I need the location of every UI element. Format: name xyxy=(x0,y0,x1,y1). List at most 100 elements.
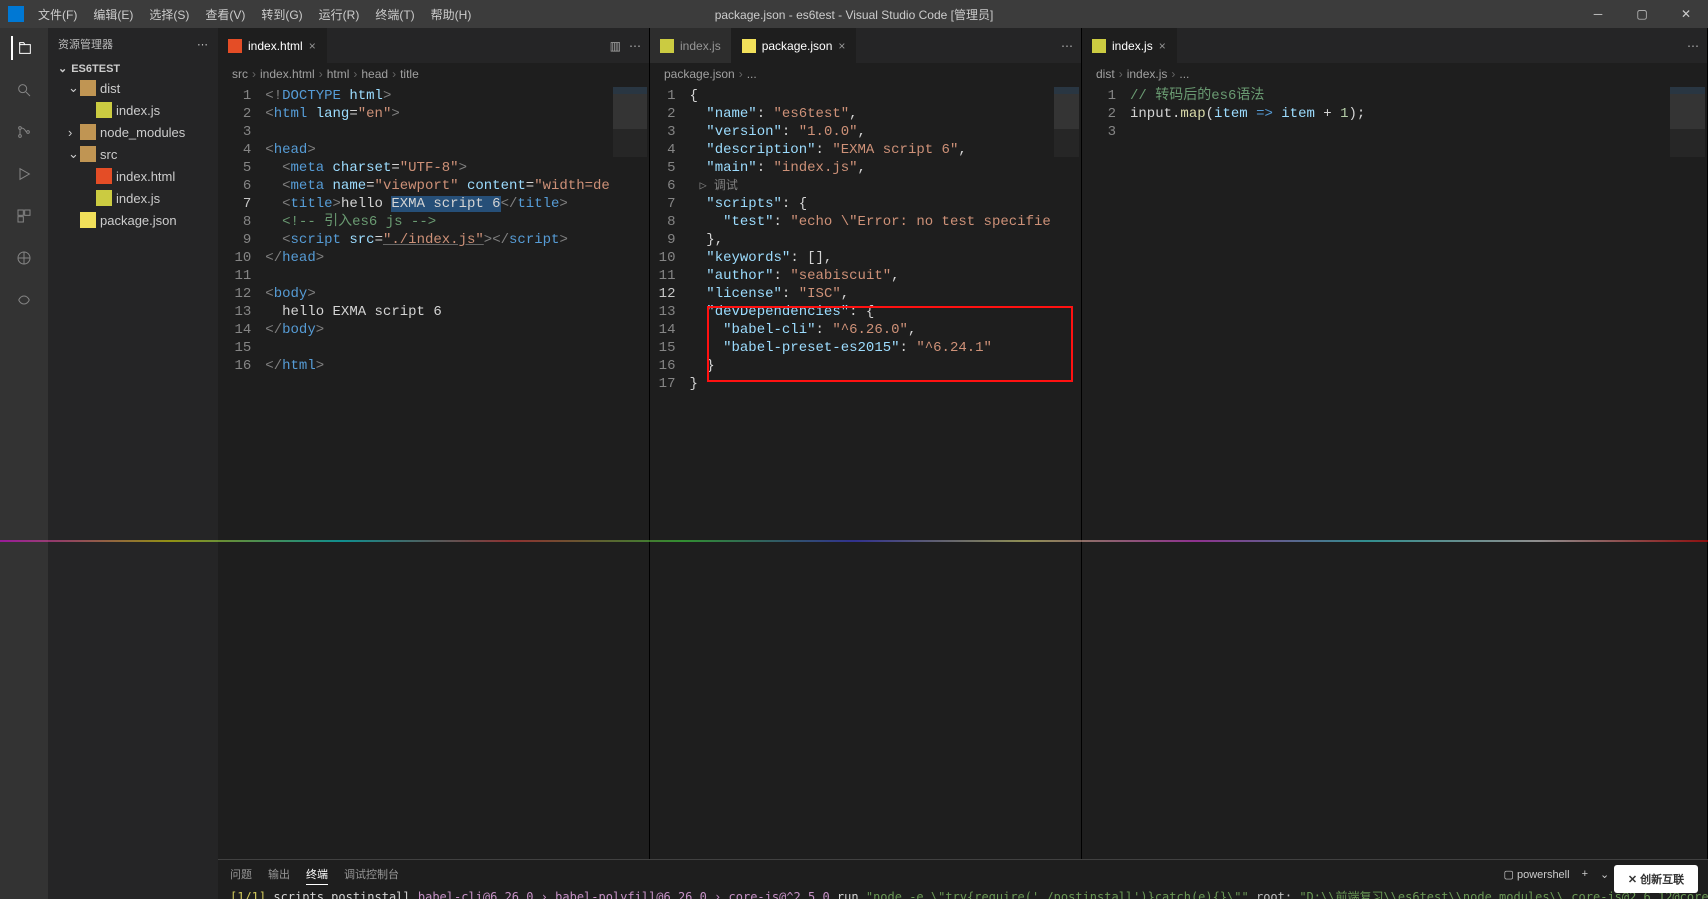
remote-icon[interactable] xyxy=(12,246,36,270)
terminal-content[interactable]: [1/1] scripts.postinstall babel-cli@6.26… xyxy=(218,888,1708,899)
tree-label: node_modules xyxy=(100,125,185,140)
tree-label: index.js xyxy=(116,103,160,118)
breadcrumb-item[interactable]: src xyxy=(232,67,248,81)
decorative-separator xyxy=(0,540,1708,542)
terminal-dropdown-icon[interactable]: ⌄ xyxy=(1600,868,1609,881)
code-content[interactable]: <!DOCTYPE html><html lang="en"> <head> <… xyxy=(265,85,610,859)
js-icon xyxy=(96,190,112,206)
menu-item[interactable]: 终端(T) xyxy=(369,4,420,25)
minimize-button[interactable]: ─ xyxy=(1576,0,1620,28)
tab-action-icon[interactable]: ⋯ xyxy=(629,39,641,53)
breadcrumb-item[interactable]: head xyxy=(361,67,388,81)
panel-tab[interactable]: 输出 xyxy=(268,864,290,884)
tab-close-icon[interactable]: × xyxy=(1159,39,1166,53)
breadcrumb-item[interactable]: ... xyxy=(1179,67,1189,81)
tree-file[interactable]: package.json xyxy=(48,209,218,231)
json-icon xyxy=(742,39,756,53)
editor-tab[interactable]: package.json× xyxy=(732,28,857,63)
breadcrumb[interactable]: dist›index.js›... xyxy=(1082,63,1707,85)
js-icon xyxy=(96,102,112,118)
sidebar-more-icon[interactable]: ⋯ xyxy=(197,38,208,51)
run-debug-icon[interactable] xyxy=(12,162,36,186)
menu-item[interactable]: 编辑(E) xyxy=(87,4,139,25)
editor-tab[interactable]: index.html × xyxy=(218,28,327,63)
js-icon xyxy=(1092,39,1106,53)
breadcrumb-item[interactable]: title xyxy=(400,67,419,81)
new-terminal-icon[interactable]: + xyxy=(1582,868,1588,880)
line-gutter: 123 xyxy=(1082,85,1130,859)
menu-item[interactable]: 查看(V) xyxy=(199,4,251,25)
breadcrumb-item[interactable]: index.html xyxy=(260,67,315,81)
minimap[interactable] xyxy=(1051,85,1081,859)
close-button[interactable]: ✕ xyxy=(1664,0,1708,28)
window-controls: ─ ▢ ✕ xyxy=(1576,0,1708,28)
project-root[interactable]: ⌄ ES6TEST xyxy=(48,60,218,77)
tree-label: index.html xyxy=(116,169,175,184)
tab-close-icon[interactable]: × xyxy=(309,39,316,53)
extensions-icon[interactable] xyxy=(12,204,36,228)
menu-item[interactable]: 文件(F) xyxy=(32,4,83,25)
tab-action-icon[interactable]: ⋯ xyxy=(1687,39,1699,53)
panel-tab[interactable]: 终端 xyxy=(306,864,328,885)
chevron-down-icon: ⌄ xyxy=(58,62,67,75)
sidebar-title: 资源管理器 xyxy=(58,36,113,52)
watermark-logo: ✕ 创新互联 xyxy=(1614,865,1698,893)
menu-item[interactable]: 运行(R) xyxy=(313,4,366,25)
tab-label: index.html xyxy=(248,39,303,53)
tree-file[interactable]: index.html xyxy=(48,165,218,187)
breadcrumb[interactable]: package.json›... xyxy=(650,63,1081,85)
js-icon xyxy=(660,39,674,53)
maximize-button[interactable]: ▢ xyxy=(1620,0,1664,28)
breadcrumb-item[interactable]: package.json xyxy=(664,67,735,81)
minimap[interactable] xyxy=(610,85,649,859)
menu-item[interactable]: 选择(S) xyxy=(143,4,195,25)
editor-body[interactable]: 12345678910111213141516<!DOCTYPE html><h… xyxy=(218,85,649,859)
breadcrumb-separator-icon: › xyxy=(1171,67,1175,81)
breadcrumb-separator-icon: › xyxy=(252,67,256,81)
html-icon xyxy=(96,168,112,184)
breadcrumb-separator-icon: › xyxy=(319,67,323,81)
json-icon xyxy=(80,212,96,228)
search-icon[interactable] xyxy=(12,78,36,102)
menu-item[interactable]: 转到(G) xyxy=(255,4,308,25)
tree-folder[interactable]: ⌄ dist xyxy=(48,77,218,99)
breadcrumb-item[interactable]: index.js xyxy=(1127,67,1168,81)
editor-tab[interactable]: index.js× xyxy=(1082,28,1177,63)
breadcrumb-item[interactable]: dist xyxy=(1096,67,1115,81)
editor-group: index.jspackage.json×⋯package.json›...12… xyxy=(650,28,1082,859)
minimap[interactable] xyxy=(1667,85,1707,859)
folder-icon xyxy=(80,124,96,140)
breadcrumb[interactable]: src›index.html›html›head›title xyxy=(218,63,649,85)
panel-tab[interactable]: 调试控制台 xyxy=(344,864,399,884)
editor-tab[interactable]: index.js xyxy=(650,28,732,63)
editor-tabs: index.js× ⋯ xyxy=(1082,28,1707,63)
chevron-icon: ⌄ xyxy=(68,80,80,96)
panel-tabs: 问题输出终端调试控制台 ▢ powershell + ⌄ ▥ 🗑 ^ ✕ xyxy=(218,860,1708,888)
explorer-icon[interactable] xyxy=(11,36,35,60)
panel-tab[interactable]: 问题 xyxy=(230,864,252,884)
editor-body[interactable]: 1234567891011121314151617{ "name": "es6t… xyxy=(650,85,1081,859)
menu-item[interactable]: 帮助(H) xyxy=(425,4,478,25)
breadcrumb-item[interactable]: html xyxy=(327,67,350,81)
editor-tabs: index.html×▥⋯ xyxy=(218,28,649,63)
debug-hint[interactable]: ▷ 调试 xyxy=(689,177,1050,195)
tab-close-icon[interactable]: × xyxy=(838,39,845,53)
tab-action-icon[interactable]: ▥ xyxy=(610,39,621,53)
breadcrumb-item[interactable]: ... xyxy=(747,67,757,81)
terminal-shell-selector[interactable]: ▢ powershell xyxy=(1504,868,1570,881)
tree-file[interactable]: index.js xyxy=(48,187,218,209)
editor-body[interactable]: 123// 转码后的es6语法input.map(item => item + … xyxy=(1082,85,1707,859)
tab-action-icon[interactable]: ⋯ xyxy=(1061,39,1073,53)
line-gutter: 12345678910111213141516 xyxy=(218,85,265,859)
code-content[interactable]: // 转码后的es6语法input.map(item => item + 1); xyxy=(1130,85,1667,859)
tree-label: dist xyxy=(100,81,120,96)
bottom-panel: 问题输出终端调试控制台 ▢ powershell + ⌄ ▥ 🗑 ^ ✕ [1/… xyxy=(218,859,1708,899)
tree-file[interactable]: index.js xyxy=(48,99,218,121)
tree-folder[interactable]: ›node_modules xyxy=(48,121,218,143)
chevron-icon: ⌄ xyxy=(68,146,80,162)
tab-actions: ▥⋯ xyxy=(602,39,649,53)
tree-folder[interactable]: ⌄src xyxy=(48,143,218,165)
source-control-icon[interactable] xyxy=(12,120,36,144)
code-content[interactable]: { "name": "es6test", "version": "1.0.0",… xyxy=(689,85,1050,859)
share-icon[interactable] xyxy=(12,288,36,312)
